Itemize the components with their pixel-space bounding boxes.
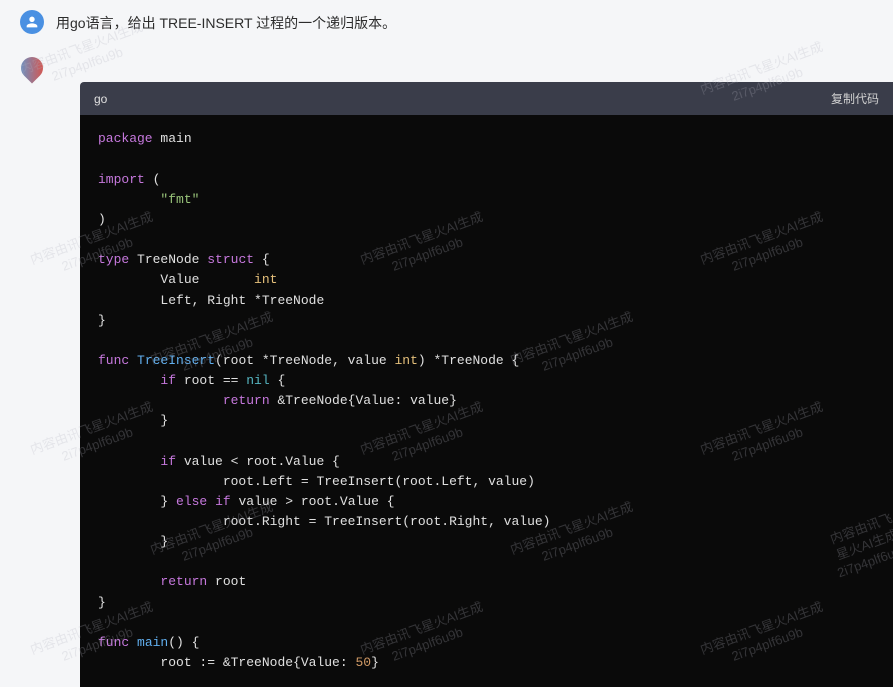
code-token: ( [145,172,161,187]
code-token: } [371,655,379,670]
code-token: (root *TreeNode, value [215,353,394,368]
code-token: if [160,454,176,469]
code-token: value < root.Value { [176,454,340,469]
code-token: } [160,494,176,509]
code-token: () { [168,635,199,650]
code-block: go 复制代码 package main import ( "fmt" ) ty… [80,82,893,687]
code-token: root.Left = TreeInsert(root.Left, value) [223,474,535,489]
copy-code-button[interactable]: 复制代码 [831,90,879,107]
code-token: func [98,635,129,650]
code-token: root.Right = TreeInsert(root.Right, valu… [223,514,551,529]
code-token: "fmt" [160,192,199,207]
code-token: main [129,635,168,650]
code-token: TreeNode [129,252,207,267]
code-token: { [270,373,286,388]
code-token: value > root.Value { [231,494,395,509]
code-token: } [98,313,106,328]
code-token: 50 [355,655,371,670]
code-token: } [160,413,168,428]
code-token: type [98,252,129,267]
code-token: &TreeNode{Value: value} [270,393,457,408]
code-token: } [98,595,106,610]
code-token: else [176,494,207,509]
code-token: root := &TreeNode{Value: [160,655,355,670]
code-token: struct [207,252,254,267]
code-token [207,494,215,509]
code-token: int [254,272,277,287]
code-token: root == [176,373,246,388]
code-token: main [153,131,192,146]
code-language-label: go [94,92,107,106]
code-token: } [160,534,168,549]
user-avatar-icon [20,10,44,34]
code-token: ) [98,212,106,227]
code-token: root [207,574,246,589]
code-token: if [160,373,176,388]
code-token: nil [246,373,269,388]
code-token: if [215,494,231,509]
code-token: ) *TreeNode { [418,353,519,368]
code-token: Value [160,272,254,287]
code-header: go 复制代码 [80,82,893,115]
code-token: return [160,574,207,589]
code-token: import [98,172,145,187]
code-token: TreeInsert [129,353,215,368]
code-token: { [254,252,270,267]
assistant-row [0,46,893,82]
user-message-text: 用go语言，给出 TREE-INSERT 过程的一个递归版本。 [56,10,396,34]
code-token: return [223,393,270,408]
code-token: Left, Right *TreeNode [160,293,324,308]
code-token: func [98,353,129,368]
code-token: int [394,353,417,368]
code-token: package [98,131,153,146]
assistant-avatar-icon [18,54,46,82]
user-message-row: 用go语言，给出 TREE-INSERT 过程的一个递归版本。 [0,0,893,46]
code-content[interactable]: package main import ( "fmt" ) type TreeN… [80,115,893,687]
